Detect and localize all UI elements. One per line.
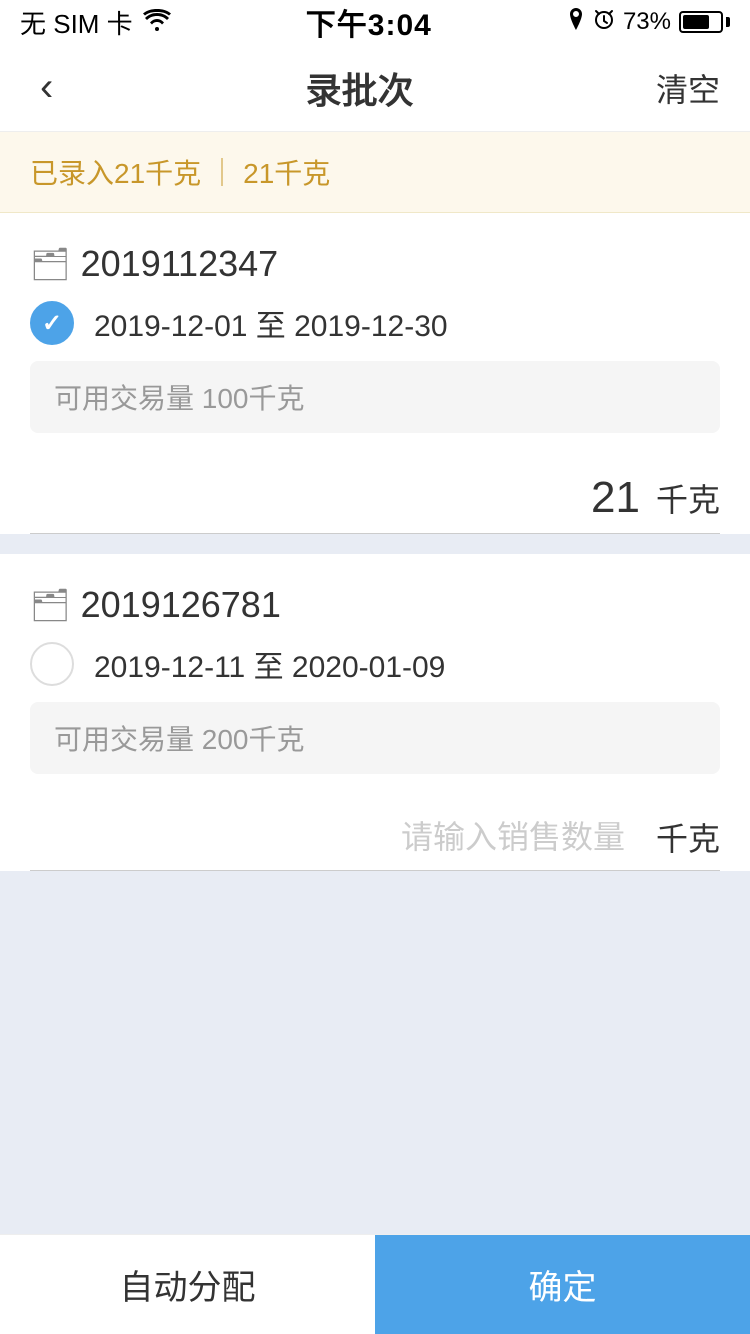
summary-recorded: 已录入21千克: [30, 152, 201, 192]
batch-2-input-row[interactable]: 千克: [0, 794, 750, 870]
battery-percent: 73%: [623, 8, 671, 36]
batch-2-id: 2019126781: [81, 584, 281, 626]
batch-1-amount-value: 21: [591, 473, 640, 523]
section-separator-1: [0, 534, 750, 554]
status-time: 下午3:04: [306, 0, 432, 44]
batch-id-icon-2: 🗂: [30, 586, 71, 624]
carrier-text: 无 SIM 卡: [20, 4, 133, 41]
summary-divider: [221, 158, 223, 186]
batch-2-date-row[interactable]: 2019-12-11 至 2020-01-09: [30, 642, 720, 686]
batch-1-amount-row: 21 千克: [0, 453, 750, 533]
location-icon: [567, 8, 585, 37]
alarm-icon: [593, 8, 615, 37]
batch-2-qty-input[interactable]: [30, 819, 640, 856]
batch-item-2: 🗂 2019126781 2019-12-11 至 2020-01-09 可用交…: [0, 554, 750, 871]
back-button[interactable]: ‹: [30, 55, 63, 120]
batch-1-id: 2019112347: [81, 243, 279, 285]
batch-2-date: 2019-12-11 至 2020-01-09: [94, 642, 445, 686]
page-title: 录批次: [306, 62, 414, 114]
battery-icon: [679, 11, 730, 33]
batch-1-radio[interactable]: [30, 301, 74, 345]
wifi-icon: [143, 7, 171, 38]
batch-item-1: 🗂 2019112347 2019-12-01 至 2019-12-30 可用交…: [0, 213, 750, 534]
batch-2-qty: 可用交易量 200千克: [30, 702, 720, 774]
summary-bar: 已录入21千克 21千克: [0, 132, 750, 213]
batch-2-unit: 千克: [656, 814, 720, 860]
status-right: 73%: [567, 8, 730, 37]
batch-1-amount-unit: 千克: [656, 475, 720, 521]
summary-total: 21千克: [243, 152, 330, 192]
confirm-button[interactable]: 确定: [375, 1235, 750, 1334]
batch-id-icon-1: 🗂: [30, 245, 71, 283]
nav-bar: ‹ 录批次 清空: [0, 44, 750, 132]
batch-2-header: 🗂 2019126781: [30, 584, 720, 626]
status-left: 无 SIM 卡: [20, 4, 171, 41]
status-bar: 无 SIM 卡 下午3:04 73%: [0, 0, 750, 44]
batch-1-date-row[interactable]: 2019-12-01 至 2019-12-30: [30, 301, 720, 345]
batch-2-radio[interactable]: [30, 642, 74, 686]
batch-1-qty: 可用交易量 100千克: [30, 361, 720, 433]
batch-1-date: 2019-12-01 至 2019-12-30: [94, 301, 448, 345]
clear-button[interactable]: 清空: [656, 65, 720, 111]
batch-1-header: 🗂 2019112347: [30, 243, 720, 285]
bottom-bar: 自动分配 确定: [0, 1234, 750, 1334]
auto-distribute-button[interactable]: 自动分配: [0, 1235, 375, 1334]
